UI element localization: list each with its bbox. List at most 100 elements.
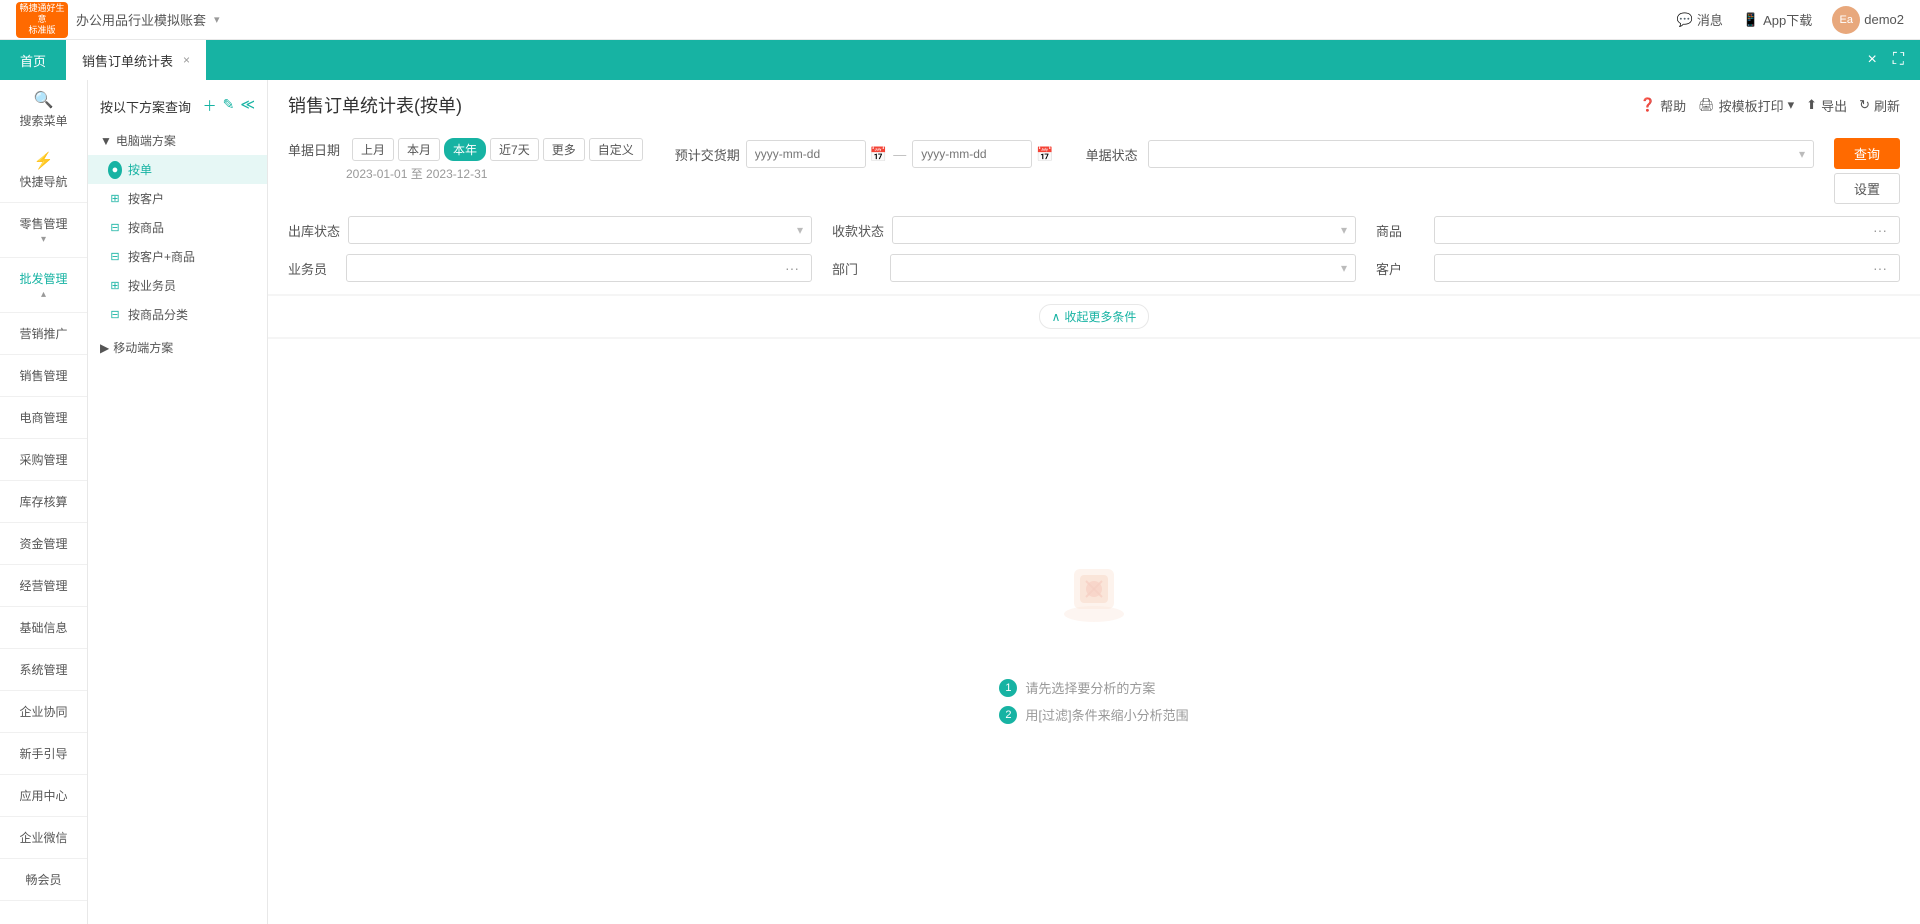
sidebar-item-marketing[interactable]: 营销推广	[0, 313, 87, 355]
quick-nav-icon: ⚡	[34, 151, 54, 171]
date-separator: —	[893, 147, 906, 162]
empty-tip-1: 1 请先选择要分析的方案	[999, 678, 1188, 697]
sidebar-item-basic-info[interactable]: 基础信息	[0, 607, 87, 649]
sidebar-item-inventory[interactable]: 库存核算	[0, 481, 87, 523]
expected-date-end-wrap: 📅	[912, 140, 1053, 168]
tip-num-1: 1	[999, 679, 1017, 697]
this-month-button[interactable]: 本月	[398, 138, 440, 161]
current-year-button[interactable]: 本年	[444, 138, 486, 161]
minimize-button[interactable]: ×	[1863, 47, 1880, 73]
search-menu-button[interactable]: 🔍 搜索菜单	[0, 80, 87, 139]
sidebar-item-system[interactable]: 系统管理	[0, 649, 87, 691]
print-button[interactable]: 🖨 按模板打印 ▾	[1698, 96, 1794, 115]
tab-sales-order-stats[interactable]: 销售订单统计表 ×	[66, 40, 206, 80]
sidebar-item-wechat[interactable]: 企业微信	[0, 817, 87, 859]
message-button[interactable]: 💬 消息	[1677, 10, 1723, 29]
sidebar-item-retail[interactable]: 零售管理 ▾	[0, 203, 87, 258]
custom-date-button[interactable]: 自定义	[589, 138, 643, 161]
settings-button[interactable]: 设置	[1834, 173, 1900, 204]
expected-date-start-input[interactable]	[746, 140, 866, 168]
app-download-button[interactable]: 📱 App下载	[1743, 10, 1812, 29]
edit-scheme-icon[interactable]: ✎	[223, 96, 235, 116]
scheme-item-by-goods[interactable]: ⊟ 按商品	[88, 213, 267, 242]
more-date-button[interactable]: 更多	[543, 138, 585, 161]
date-range-text: 2023-01-01 至 2023-12-31	[288, 165, 643, 182]
search-icon: 🔍	[34, 90, 54, 110]
outbound-select[interactable]: ▾	[348, 216, 812, 244]
expected-date-end-input[interactable]	[912, 140, 1032, 168]
tab-home[interactable]: 首页	[0, 40, 66, 80]
tab-close-icon[interactable]: ×	[183, 53, 190, 67]
calendar-start-icon[interactable]: 📅	[870, 146, 887, 163]
scheme-item-by-customer[interactable]: ⊞ 按客户	[88, 184, 267, 213]
chevron-right-icon: ▶	[100, 341, 109, 355]
collapse-panel-icon[interactable]: ≪	[240, 96, 255, 116]
sidebar-item-newbie[interactable]: 新手引导	[0, 733, 87, 775]
sidebar-item-sales[interactable]: 销售管理	[0, 355, 87, 397]
logo-text: 畅捷通好生意 标准版	[16, 3, 68, 35]
last-month-button[interactable]: 上月	[352, 138, 394, 161]
goods-select[interactable]: ···	[1434, 216, 1900, 244]
status-dropdown-icon: ▾	[1799, 147, 1805, 161]
dept-label: 部门	[832, 259, 882, 278]
scheme-item-by-category[interactable]: ⊟ 按商品分类	[88, 300, 267, 329]
tabbar-actions: × ⛶	[1863, 40, 1920, 80]
sidebar-item-ecommerce[interactable]: 电商管理	[0, 397, 87, 439]
payment-select[interactable]: ▾	[892, 216, 1356, 244]
empty-tip-2: 2 用[过滤]条件来缩小分析范围	[999, 705, 1188, 724]
sidebar-item-operation[interactable]: 经营管理	[0, 565, 87, 607]
customer-label: 客户	[1376, 259, 1426, 278]
chevron-down-icon: ▼	[100, 134, 112, 148]
sidebar-item-purchase[interactable]: 采购管理	[0, 439, 87, 481]
message-icon: 💬	[1677, 12, 1693, 28]
avatar: Ea	[1832, 6, 1860, 34]
print-dropdown-icon[interactable]: ▾	[1788, 97, 1795, 113]
salesperson-select[interactable]: ···	[346, 254, 812, 282]
dept-dropdown-icon: ▾	[1341, 261, 1347, 275]
topbar-dropdown-icon[interactable]: ▾	[214, 13, 220, 26]
scheme-item-by-order[interactable]: ● 按单	[88, 155, 267, 184]
dept-select[interactable]: ▾	[890, 254, 1356, 282]
page-header: 销售订单统计表(按单) ❓ 帮助 🖨 按模板打印 ▾ ⬆ 导出	[268, 80, 1920, 126]
export-icon: ⬆	[1806, 97, 1817, 113]
outbound-label: 出库状态	[288, 221, 340, 240]
scheme-item-by-customer-goods[interactable]: ⊟ 按客户+商品	[88, 242, 267, 271]
goods-ellipsis-icon[interactable]: ···	[1869, 222, 1891, 238]
sidebar-item-enterprise[interactable]: 企业协同	[0, 691, 87, 733]
page-actions: ❓ 帮助 🖨 按模板打印 ▾ ⬆ 导出 ↻ 刷新	[1640, 96, 1900, 115]
empty-state: 1 请先选择要分析的方案 2 用[过滤]条件来缩小分析范围	[268, 339, 1920, 924]
user-menu[interactable]: Ea demo2	[1832, 6, 1904, 34]
payment-dropdown-icon: ▾	[1341, 223, 1347, 237]
panel-header: 按以下方案查询 ＋ ✎ ≪	[88, 90, 267, 122]
help-button[interactable]: ❓ 帮助	[1640, 96, 1686, 115]
scheme-item-by-salesperson[interactable]: ⊞ 按业务员	[88, 271, 267, 300]
calendar-end-icon[interactable]: 📅	[1036, 146, 1053, 163]
date-quick-buttons: 上月 本月 本年 近7天 更多 自定义	[352, 138, 643, 161]
sidebar-item-finance[interactable]: 资金管理	[0, 523, 87, 565]
query-button[interactable]: 查询	[1834, 138, 1900, 169]
sidebar-item-member[interactable]: 畅会员	[0, 859, 87, 901]
export-button[interactable]: ⬆ 导出	[1806, 96, 1847, 115]
sidebar-item-app-center[interactable]: 应用中心	[0, 775, 87, 817]
chevron-up-icon: ▴	[41, 289, 46, 300]
date-label: 单据日期	[288, 140, 344, 159]
add-scheme-icon[interactable]: ＋	[203, 96, 217, 116]
collapse-button[interactable]: ∧ 收起更多条件	[1039, 304, 1150, 329]
sidebar-item-quick-nav[interactable]: ⚡ 快捷导航	[0, 139, 87, 203]
last7-button[interactable]: 近7天	[490, 138, 539, 161]
sidebar-item-wholesale[interactable]: 批发管理 ▴	[0, 258, 87, 313]
status-label: 单据状态	[1086, 145, 1142, 164]
refresh-icon: ↻	[1859, 97, 1870, 113]
scheme-group-mobile-title[interactable]: ▶ 移动端方案	[88, 333, 267, 362]
maximize-button[interactable]: ⛶	[1889, 47, 1908, 73]
scheme-group-pc-title[interactable]: ▼ 电脑端方案	[88, 126, 267, 155]
customer-ellipsis-icon[interactable]: ···	[1869, 260, 1891, 276]
customer-select[interactable]: ···	[1434, 254, 1900, 282]
salesperson-ellipsis-icon[interactable]: ···	[781, 260, 803, 276]
scheme-item-salesperson-icon: ⊞	[108, 279, 122, 293]
tabbar: 首页 销售订单统计表 × × ⛶	[0, 40, 1920, 80]
topbar: 畅捷通好生意 标准版 办公用品行业模拟账套 ▾ 💬 消息 📱 App下载 Ea …	[0, 0, 1920, 40]
panel-header-icons: ＋ ✎ ≪	[203, 96, 255, 116]
refresh-button[interactable]: ↻ 刷新	[1859, 96, 1900, 115]
status-select[interactable]: ▾	[1148, 140, 1814, 168]
